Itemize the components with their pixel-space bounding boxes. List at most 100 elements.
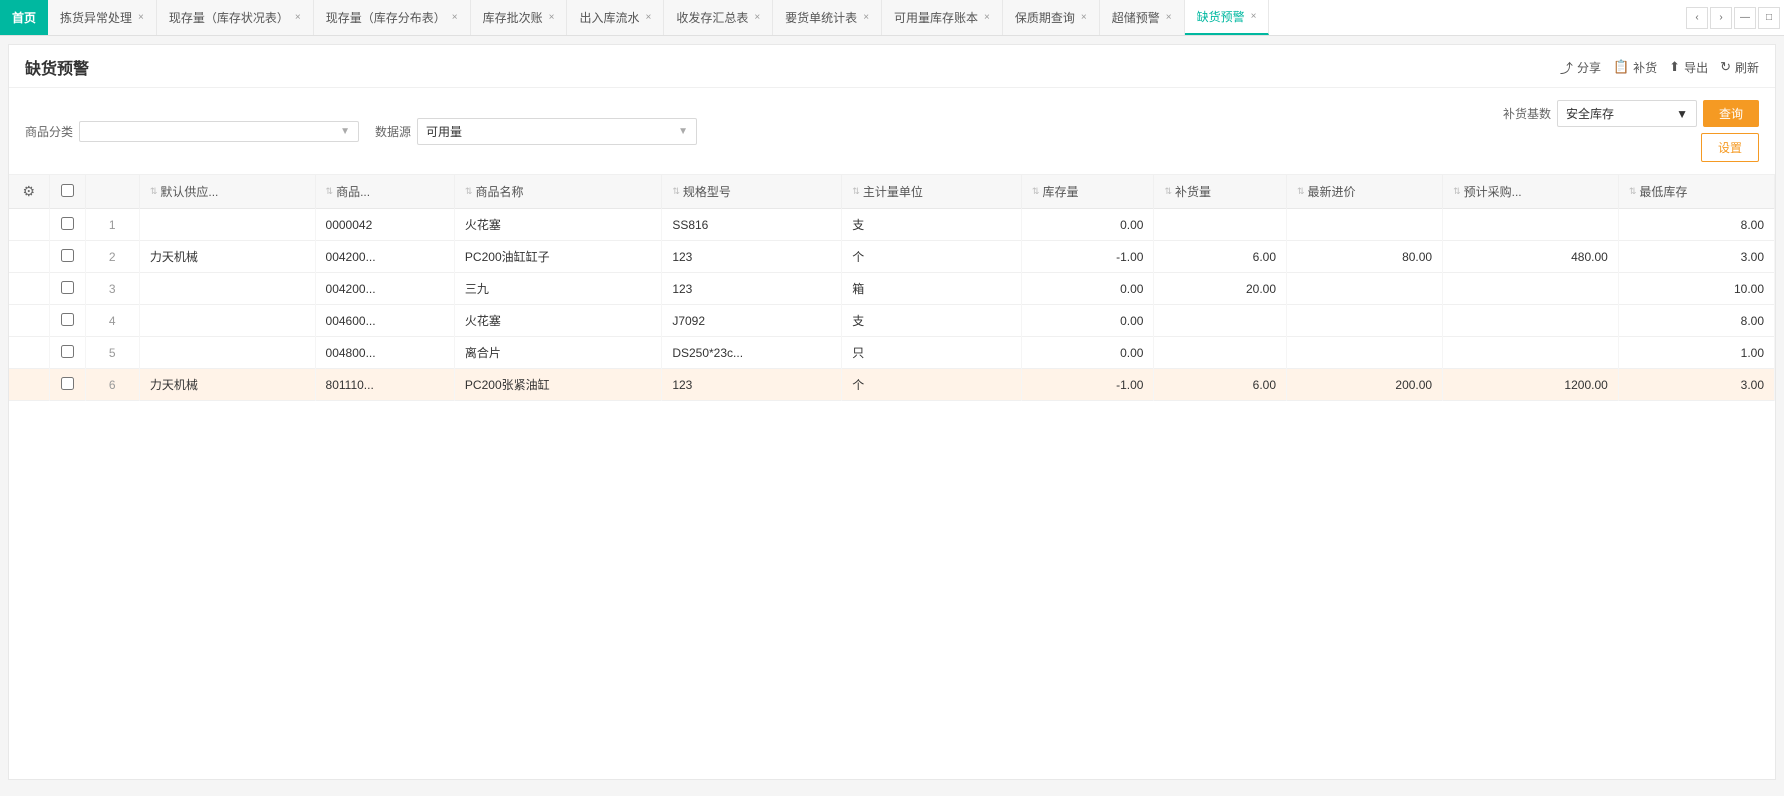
tab-item-stock-dist[interactable]: 现存量（库存分布表）× bbox=[314, 0, 471, 35]
tab-next-button[interactable]: › bbox=[1710, 7, 1732, 29]
tab-item-home[interactable]: 首页 bbox=[0, 0, 48, 35]
row-min-stock: 8.00 bbox=[1618, 209, 1774, 241]
tab-item-in-out-flow[interactable]: 出入库流水× bbox=[567, 0, 664, 35]
row-checkbox-4[interactable] bbox=[61, 345, 74, 358]
table-row[interactable]: 2 力天机械 004200... PC200油缸缸子 123 个 -1.00 6… bbox=[9, 241, 1775, 273]
tab-item-available-ledger[interactable]: 可用量库存账本× bbox=[882, 0, 1003, 35]
tab-item-exception[interactable]: 拣货异常处理× bbox=[48, 0, 157, 35]
row-number: 4 bbox=[85, 305, 139, 337]
tab-maximize-button[interactable]: □ bbox=[1758, 7, 1780, 29]
row-est-purchase: 1200.00 bbox=[1443, 369, 1619, 401]
tab-bar: 首页拣货异常处理×现存量（库存状况表）×现存量（库存分布表）×库存批次账×出入库… bbox=[0, 0, 1784, 36]
row-supplier bbox=[139, 209, 315, 241]
sort-replenish-icon[interactable]: ⇅ bbox=[1164, 186, 1172, 197]
row-gear-cell bbox=[9, 305, 49, 337]
share-action[interactable]: ⤴ 分享 bbox=[1560, 58, 1601, 77]
datasource-filter-group: 数据源 可用量 ▼ bbox=[375, 118, 697, 145]
th-unit: ⇅ 主计量单位 bbox=[842, 175, 1022, 209]
refresh-action[interactable]: ↻ 刷新 bbox=[1720, 59, 1759, 76]
replenish-base-arrow-icon: ▼ bbox=[1676, 107, 1688, 121]
row-checkbox-5[interactable] bbox=[61, 377, 74, 390]
row-supplier: 力天机械 bbox=[139, 241, 315, 273]
th-product-code-label: 商品... bbox=[336, 183, 370, 200]
table-row[interactable]: 1 0000042 火花塞 SS816 支 0.00 8.00 bbox=[9, 209, 1775, 241]
query-button[interactable]: 查询 bbox=[1703, 100, 1759, 127]
tab-close-expiry-query[interactable]: × bbox=[1081, 12, 1087, 23]
replenish-base-label: 补货基数 bbox=[1503, 105, 1551, 122]
row-checkbox-3[interactable] bbox=[61, 313, 74, 326]
th-unit-label: 主计量单位 bbox=[863, 183, 923, 200]
th-product-code: ⇅ 商品... bbox=[315, 175, 454, 209]
row-spec: SS816 bbox=[662, 209, 842, 241]
table-row[interactable]: 4 004600... 火花塞 J7092 支 0.00 8.00 bbox=[9, 305, 1775, 337]
tab-close-in-out-flow[interactable]: × bbox=[645, 12, 651, 23]
replenish-base-select[interactable]: 安全库存 ▼ bbox=[1557, 100, 1697, 127]
row-est-purchase bbox=[1443, 273, 1619, 305]
refresh-label: 刷新 bbox=[1735, 59, 1759, 76]
th-product-name: ⇅ 商品名称 bbox=[454, 175, 661, 209]
row-checkbox-cell[interactable] bbox=[49, 337, 85, 369]
tab-close-stock-status[interactable]: × bbox=[295, 12, 301, 23]
sort-price-icon[interactable]: ⇅ bbox=[1297, 186, 1305, 197]
row-stock-qty: 0.00 bbox=[1021, 305, 1154, 337]
row-checkbox-cell[interactable] bbox=[49, 209, 85, 241]
row-est-purchase bbox=[1443, 305, 1619, 337]
tab-minimize-button[interactable]: — bbox=[1734, 7, 1756, 29]
export-action[interactable]: ⬆ 导出 bbox=[1669, 59, 1708, 76]
row-checkbox-2[interactable] bbox=[61, 281, 74, 294]
row-replenish-qty: 6.00 bbox=[1154, 241, 1287, 273]
filter-bar: 商品分类 ▼ 数据源 可用量 ▼ 补货基数 安全库存 ▼ 查询 bbox=[9, 88, 1775, 175]
category-select[interactable]: ▼ bbox=[79, 121, 359, 142]
tab-close-available-ledger[interactable]: × bbox=[984, 12, 990, 23]
row-stock-qty: 0.00 bbox=[1021, 273, 1154, 305]
row-checkbox-0[interactable] bbox=[61, 217, 74, 230]
tab-item-receive-summary[interactable]: 收发存汇总表× bbox=[664, 0, 773, 35]
table-row[interactable]: 6 力天机械 801110... PC200张紧油缸 123 个 -1.00 6… bbox=[9, 369, 1775, 401]
row-checkbox-cell[interactable] bbox=[49, 273, 85, 305]
sort-supplier-icon[interactable]: ⇅ bbox=[150, 186, 158, 197]
tab-item-stock-status[interactable]: 现存量（库存状况表）× bbox=[157, 0, 314, 35]
row-unit: 支 bbox=[842, 305, 1022, 337]
settings-button[interactable]: 设置 bbox=[1701, 133, 1759, 162]
tab-close-overstock-warning[interactable]: × bbox=[1166, 12, 1172, 23]
sort-unit-icon[interactable]: ⇅ bbox=[852, 186, 860, 197]
row-checkbox-1[interactable] bbox=[61, 249, 74, 262]
row-product-code: 004800... bbox=[315, 337, 454, 369]
tab-item-batch-account[interactable]: 库存批次账× bbox=[471, 0, 568, 35]
tab-close-order-stats[interactable]: × bbox=[863, 12, 869, 23]
row-replenish-qty: 20.00 bbox=[1154, 273, 1287, 305]
row-supplier: 力天机械 bbox=[139, 369, 315, 401]
th-gear: ⚙ bbox=[9, 175, 49, 209]
replenish-action[interactable]: 📋 补货 bbox=[1613, 59, 1657, 76]
row-unit: 个 bbox=[842, 241, 1022, 273]
sort-name-icon[interactable]: ⇅ bbox=[465, 186, 473, 197]
replenish-label: 补货 bbox=[1633, 59, 1657, 76]
sort-est-icon[interactable]: ⇅ bbox=[1453, 186, 1461, 197]
sort-min-icon[interactable]: ⇅ bbox=[1629, 186, 1637, 197]
th-est-purchase-label: 预计采购... bbox=[1464, 183, 1522, 200]
tab-item-order-stats[interactable]: 要货单统计表× bbox=[773, 0, 882, 35]
tab-close-shortage-warning[interactable]: × bbox=[1251, 11, 1257, 22]
row-gear-cell bbox=[9, 273, 49, 305]
tab-close-receive-summary[interactable]: × bbox=[754, 12, 760, 23]
tab-close-exception[interactable]: × bbox=[138, 12, 144, 23]
header-actions: ⤴ 分享 📋 补货 ⬆ 导出 ↻ 刷新 bbox=[1560, 58, 1759, 77]
row-checkbox-cell[interactable] bbox=[49, 241, 85, 273]
select-all-checkbox[interactable] bbox=[61, 184, 74, 197]
tab-item-overstock-warning[interactable]: 超储预警× bbox=[1100, 0, 1185, 35]
table-row[interactable]: 5 004800... 离合片 DS250*23c... 只 0.00 1.00 bbox=[9, 337, 1775, 369]
sort-stock-icon[interactable]: ⇅ bbox=[1032, 186, 1040, 197]
datasource-select[interactable]: 可用量 ▼ bbox=[417, 118, 697, 145]
tab-close-batch-account[interactable]: × bbox=[549, 12, 555, 23]
tab-close-stock-dist[interactable]: × bbox=[452, 12, 458, 23]
tab-item-expiry-query[interactable]: 保质期查询× bbox=[1003, 0, 1100, 35]
row-supplier bbox=[139, 305, 315, 337]
sort-spec-icon[interactable]: ⇅ bbox=[672, 186, 680, 197]
row-checkbox-cell[interactable] bbox=[49, 369, 85, 401]
gear-settings-icon[interactable]: ⚙ bbox=[22, 183, 35, 199]
table-row[interactable]: 3 004200... 三九 123 箱 0.00 20.00 10.00 bbox=[9, 273, 1775, 305]
row-checkbox-cell[interactable] bbox=[49, 305, 85, 337]
tab-item-shortage-warning[interactable]: 缺货预警× bbox=[1185, 0, 1270, 35]
tab-prev-button[interactable]: ‹ bbox=[1686, 7, 1708, 29]
sort-code-icon[interactable]: ⇅ bbox=[326, 186, 334, 197]
